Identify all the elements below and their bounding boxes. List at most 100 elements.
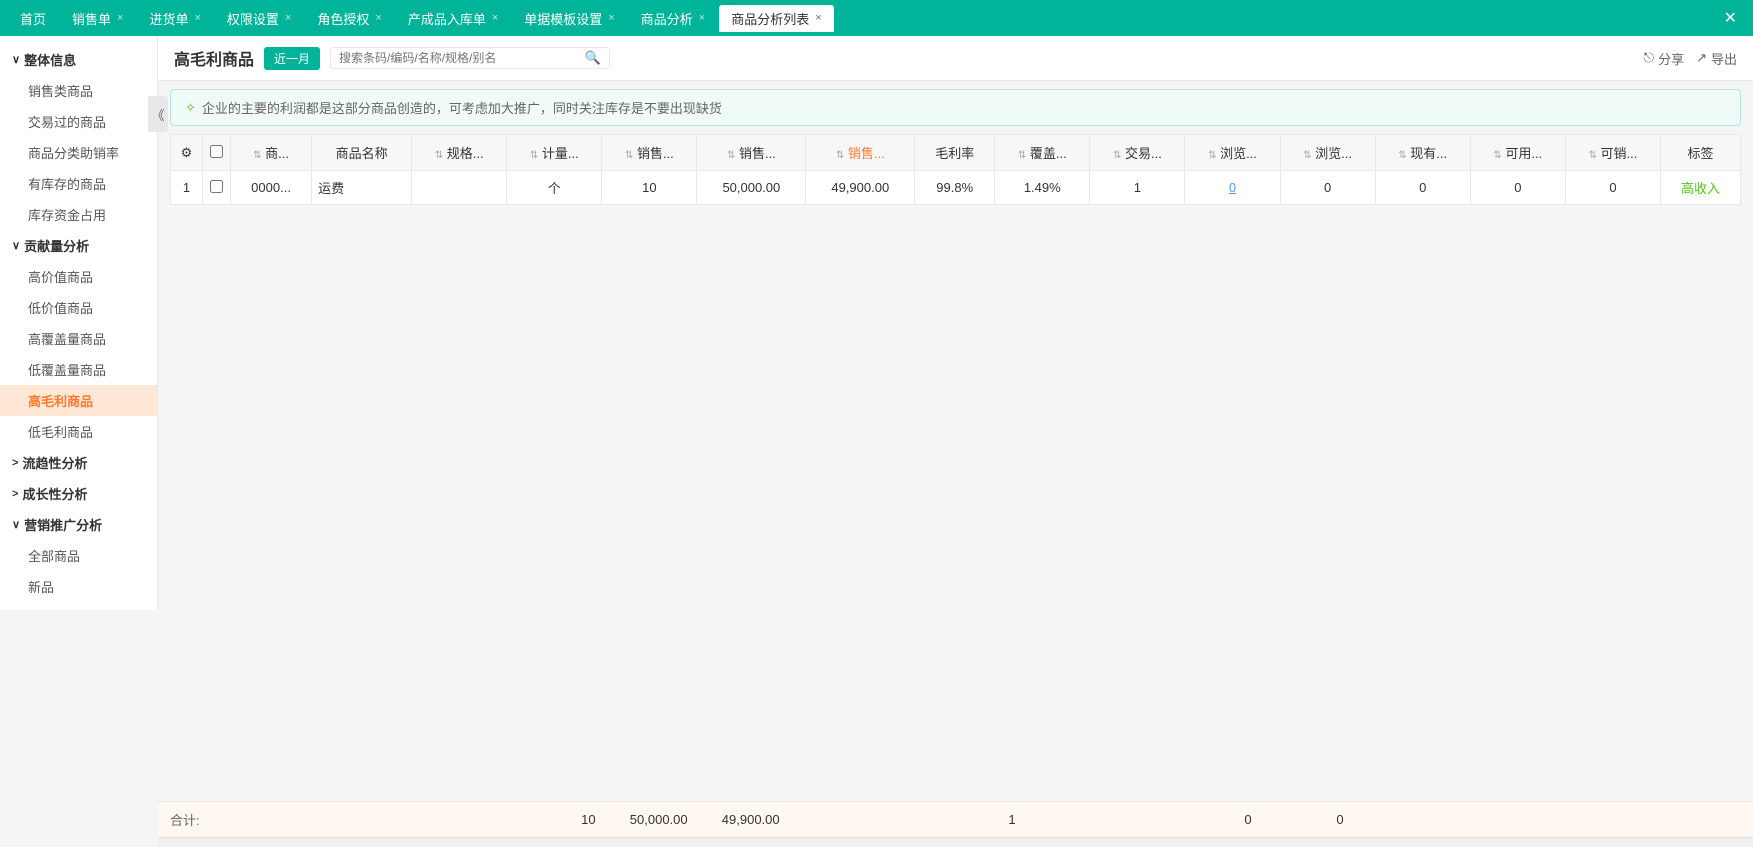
sidebar-group-contribution-items: 高价值商品 低价值商品 高覆盖量商品 低覆盖量商品 高毛利商品 低毛利商品 xyxy=(0,261,157,447)
col-sales-profit: ⇅ 销售... xyxy=(806,135,915,171)
sidebar-group-marketing[interactable]: ∨ 营销推广分析 xyxy=(0,509,157,540)
search-input[interactable] xyxy=(339,51,585,65)
table-header-row: ⚙ ⇅ 商... 商品名称 ⇅ xyxy=(171,135,1741,171)
footer-available: 0 xyxy=(1264,812,1344,827)
row-current: 0 xyxy=(1375,171,1470,205)
close-icon[interactable]: × xyxy=(194,12,200,24)
close-icon[interactable]: × xyxy=(492,12,498,24)
row-views2: 0 xyxy=(1280,171,1375,205)
col-spec: ⇅ 规格... xyxy=(412,135,507,171)
nav-analysis-list[interactable]: 商品分析列表 × xyxy=(719,5,833,32)
col-tag: 标签 xyxy=(1660,135,1740,171)
sidebar-item-traded-goods[interactable]: 交易过的商品 xyxy=(0,106,157,137)
row-gross-margin: 99.8% xyxy=(915,171,995,205)
content-header: 高毛利商品 近一月 🔍 ⎋ 分享 ↗ 导出 xyxy=(158,36,1753,81)
col-checkbox xyxy=(203,135,231,171)
info-icon: ✧ xyxy=(185,100,196,116)
sidebar-group-trend[interactable]: > 流趋性分析 xyxy=(0,447,157,478)
col-views1: ⇅ 浏览... xyxy=(1185,135,1280,171)
settings-icon[interactable]: ⚙ xyxy=(181,145,193,160)
sort-icon: ⇅ xyxy=(435,150,443,161)
sidebar-item-all-goods[interactable]: 全部商品 xyxy=(0,540,157,571)
close-icon[interactable]: × xyxy=(375,12,381,24)
select-all-checkbox[interactable] xyxy=(210,145,223,158)
col-name: 商品名称 xyxy=(312,135,412,171)
sidebar-item-low-margin[interactable]: 低毛利商品 xyxy=(0,416,157,447)
footer-trade: 1 xyxy=(936,812,1016,827)
row-select-checkbox[interactable] xyxy=(210,180,223,193)
sidebar-item-low-coverage[interactable]: 低覆盖量商品 xyxy=(0,354,157,385)
sidebar-item-high-margin[interactable]: 高毛利商品 xyxy=(0,385,157,416)
nav-finished-goods[interactable]: 产成品入库单 × xyxy=(396,5,510,32)
close-icon[interactable]: × xyxy=(815,12,821,24)
footer-sales-amount: 50,000.00 xyxy=(608,812,688,827)
nav-home[interactable]: 首页 xyxy=(8,5,58,32)
table-row: 1 0000... 运费 个 10 50,000.00 49,900.00 99… xyxy=(171,171,1741,205)
nav-product-analysis[interactable]: 商品分析 × xyxy=(629,5,717,32)
sidebar-group-marketing-items: 全部商品 新品 xyxy=(0,540,157,602)
row-trade: 1 xyxy=(1090,171,1185,205)
col-available: ⇅ 可用... xyxy=(1470,135,1565,171)
row-sales-profit: 49,900.00 xyxy=(806,171,915,205)
nav-role-auth[interactable]: 角色授权 × xyxy=(305,5,393,32)
sort-icon: ⇅ xyxy=(1018,150,1026,161)
close-icon[interactable]: × xyxy=(285,12,291,24)
window-close-button[interactable]: ✕ xyxy=(1716,8,1745,28)
sidebar-item-low-value[interactable]: 低价值商品 xyxy=(0,292,157,323)
sidebar-item-high-coverage[interactable]: 高覆盖量商品 xyxy=(0,323,157,354)
export-icon: ↗ xyxy=(1696,50,1707,66)
close-icon[interactable]: × xyxy=(608,12,614,24)
data-table: ⚙ ⇅ 商... 商品名称 ⇅ xyxy=(170,134,1741,205)
share-button[interactable]: ⎋ 分享 xyxy=(1644,49,1684,68)
sidebar-item-category-rate[interactable]: 商品分类助销率 xyxy=(0,137,157,168)
col-sales-amount: ⇅ 销售... xyxy=(697,135,806,171)
col-saleable: ⇅ 可销... xyxy=(1565,135,1660,171)
sort-icon: ⇅ xyxy=(1398,150,1406,161)
sort-icon: ⇅ xyxy=(530,150,538,161)
top-navigation: 首页 销售单 × 进货单 × 权限设置 × 角色授权 × 产成品入库单 × 单据… xyxy=(0,0,1753,36)
col-coverage: ⇅ 覆盖... xyxy=(995,135,1090,171)
sort-icon: ⇅ xyxy=(1589,150,1597,161)
horizontal-scrollbar[interactable] xyxy=(158,837,1753,847)
col-sales-qty: ⇅ 销售... xyxy=(602,135,697,171)
sidebar-item-in-stock[interactable]: 有库存的商品 xyxy=(0,168,157,199)
sidebar-collapse-button[interactable]: 《 xyxy=(148,96,168,132)
sidebar-item-new-products[interactable]: 新品 xyxy=(0,571,157,602)
sidebar-group-overview-items: 销售类商品 交易过的商品 商品分类助销率 有库存的商品 库存资金占用 xyxy=(0,75,157,230)
footer-sales-qty: 10 xyxy=(516,812,596,827)
sort-icon: ⇅ xyxy=(1208,150,1216,161)
close-icon[interactable]: × xyxy=(117,12,123,24)
nav-purchase-order[interactable]: 进货单 × xyxy=(137,5,212,32)
sidebar-item-sales-goods[interactable]: 销售类商品 xyxy=(0,75,157,106)
row-views1[interactable]: 0 xyxy=(1185,171,1280,205)
sidebar-item-high-value[interactable]: 高价值商品 xyxy=(0,261,157,292)
nav-permissions[interactable]: 权限设置 × xyxy=(215,5,303,32)
banner-text: 企业的主要的利润都是这部分商品创造的，可考虑加大推广，同时关注库存是不要出现缺货 xyxy=(202,98,722,117)
col-settings[interactable]: ⚙ xyxy=(171,135,203,171)
sidebar-group-contribution[interactable]: ∨ 贡献量分析 xyxy=(0,230,157,261)
col-unit: ⇅ 计量... xyxy=(507,135,602,171)
nav-template-settings[interactable]: 单据模板设置 × xyxy=(512,5,626,32)
table-wrapper[interactable]: ⚙ ⇅ 商... 商品名称 ⇅ xyxy=(158,134,1753,801)
col-gross-margin: 毛利率 xyxy=(915,135,995,171)
sidebar-group-overview[interactable]: ∨ 整体信息 xyxy=(0,44,157,75)
footer-sales-profit: 49,900.00 xyxy=(700,812,780,827)
search-box: 🔍 xyxy=(330,47,610,69)
nav-sales-order[interactable]: 销售单 × xyxy=(60,5,135,32)
sidebar-item-stock-capital[interactable]: 库存资金占用 xyxy=(0,199,157,230)
main-layout: ∨ 整体信息 销售类商品 交易过的商品 商品分类助销率 有库存的商品 库存资金占… xyxy=(0,36,1753,847)
close-icon[interactable]: × xyxy=(699,12,705,24)
filter-period-button[interactable]: 近一月 xyxy=(264,47,320,70)
row-unit: 个 xyxy=(507,171,602,205)
row-coverage: 1.49% xyxy=(995,171,1090,205)
share-icon: ⎋ xyxy=(1644,50,1654,66)
page-title: 高毛利商品 xyxy=(174,46,254,70)
export-button[interactable]: ↗ 导出 xyxy=(1696,49,1737,68)
row-code: 0000... xyxy=(231,171,312,205)
content-area: 高毛利商品 近一月 🔍 ⎋ 分享 ↗ 导出 ✧ 企业的主要的利润都是这部分商品创… xyxy=(158,36,1753,847)
row-saleable: 0 xyxy=(1565,171,1660,205)
col-views2: ⇅ 浏览... xyxy=(1280,135,1375,171)
chevron-down-icon: ∨ xyxy=(12,518,20,531)
search-icon[interactable]: 🔍 xyxy=(585,50,601,66)
sidebar-group-growth[interactable]: > 成长性分析 xyxy=(0,478,157,509)
